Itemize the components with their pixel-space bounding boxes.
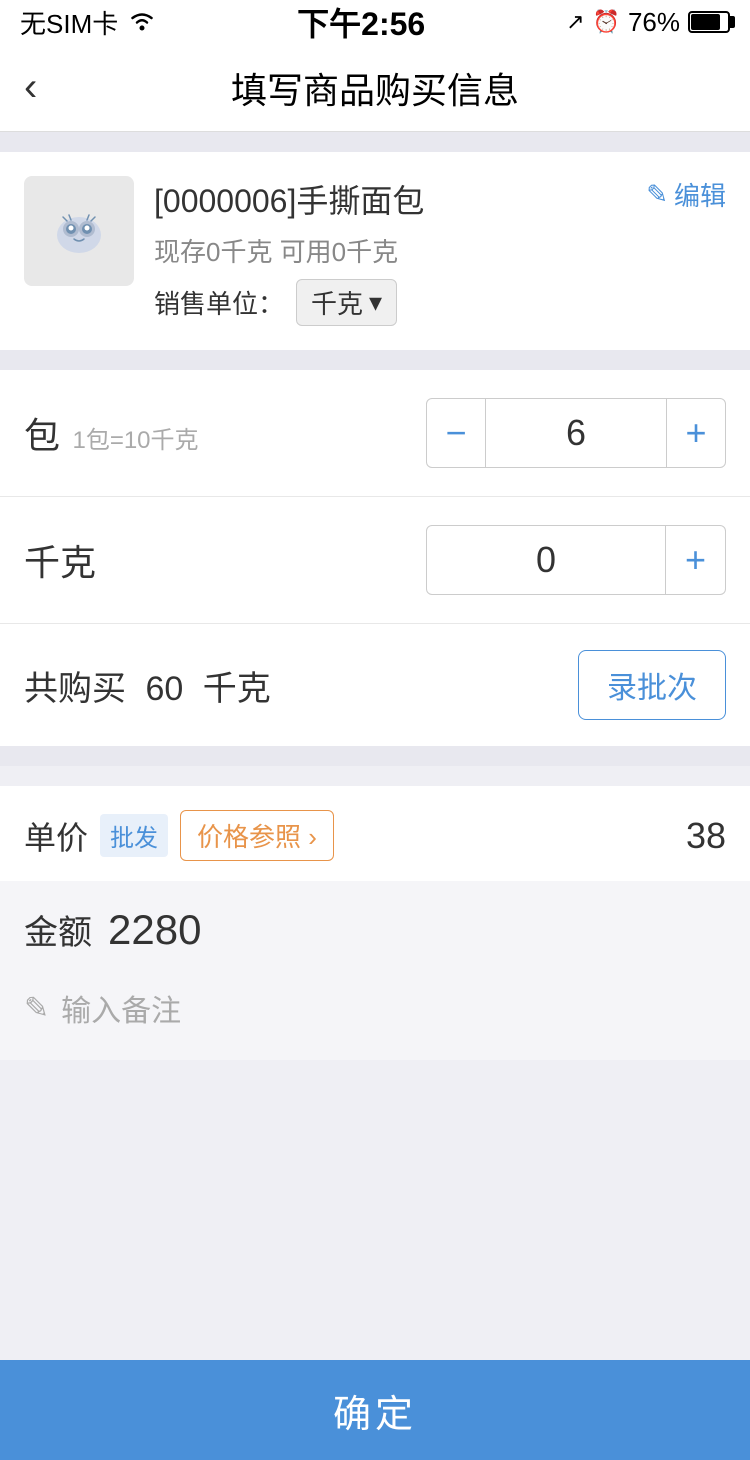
price-row: 单价 批发 价格参照 › 38	[24, 810, 726, 861]
battery-icon	[688, 11, 730, 33]
note-row[interactable]: ✎ 输入备注	[24, 970, 726, 1060]
top-divider	[0, 132, 750, 152]
product-image	[24, 176, 134, 286]
confirm-label: 确定	[333, 1383, 417, 1438]
dropdown-icon: ▾	[369, 287, 382, 318]
price-label-row: 单价 批发 价格参照 ›	[24, 810, 334, 861]
unit-label: 销售单位：	[154, 284, 284, 321]
note-icon: ✎	[24, 991, 49, 1026]
kg-controls: +	[426, 525, 726, 595]
total-row: 共购买 60 千克 录批次	[0, 623, 750, 746]
unit-value: 千克	[311, 284, 363, 321]
product-logo	[49, 201, 109, 261]
battery-percent: 76%	[628, 7, 680, 38]
record-batch-button[interactable]: 录批次	[578, 650, 726, 720]
edit-icon: ✎	[646, 179, 668, 210]
package-plus-button[interactable]: +	[666, 398, 726, 468]
back-arrow: ‹	[24, 65, 37, 110]
confirm-button[interactable]: 确定	[0, 1360, 750, 1460]
price-section: 单价 批发 价格参照 › 38	[0, 786, 750, 881]
page-title: 填写商品购买信息	[231, 62, 519, 114]
total-text: 共购买 60 千克	[24, 661, 271, 710]
edit-button[interactable]: ✎ 编辑	[646, 176, 726, 213]
back-button[interactable]: ‹	[24, 65, 37, 110]
nav-bar: ‹ 填写商品购买信息	[0, 44, 750, 132]
unit-select[interactable]: 千克 ▾	[296, 279, 397, 326]
price-value: 38	[686, 815, 726, 857]
kg-input[interactable]	[426, 525, 666, 595]
price-type-tag: 批发	[100, 814, 168, 857]
amount-row: 金额 2280	[24, 905, 726, 954]
package-input[interactable]	[486, 398, 666, 468]
product-card: [0000006]手撕面包 现存0千克 可用0千克 销售单位： 千克 ▾ ✎ 编…	[0, 152, 750, 350]
wifi-icon	[128, 7, 156, 38]
input-section: 包 1包=10千克 − + 千克 + 共购买 60 千克 录批次	[0, 370, 750, 746]
amount-value: 2280	[108, 906, 201, 954]
amount-label: 金额	[24, 905, 92, 954]
total-label: 共购买	[24, 670, 126, 708]
amount-section: 金额 2280 ✎ 输入备注	[0, 881, 750, 1060]
kg-label-main: 千克	[24, 542, 96, 583]
note-placeholder: 输入备注	[61, 986, 181, 1030]
kg-label: 千克	[24, 534, 426, 586]
location-icon: ↗	[566, 9, 584, 35]
status-indicators: ↗ ⏰ 76%	[566, 7, 730, 38]
kg-row: 千克 +	[0, 497, 750, 623]
status-carrier: 无SIM卡	[20, 4, 156, 41]
empty-area	[0, 1060, 750, 1360]
carrier-text: 无SIM卡	[20, 4, 118, 41]
status-time: 下午2:56	[297, 0, 425, 45]
mid-divider1	[0, 350, 750, 370]
product-name: [0000006]手撕面包	[154, 176, 726, 222]
package-label-main: 包	[24, 415, 60, 456]
product-info: [0000006]手撕面包 现存0千克 可用0千克 销售单位： 千克 ▾	[154, 176, 726, 326]
price-label: 单价	[24, 813, 88, 859]
kg-plus-button[interactable]: +	[666, 525, 726, 595]
product-unit-row: 销售单位： 千克 ▾	[154, 279, 726, 326]
package-label-sub: 1包=10千克	[72, 427, 198, 454]
product-stock: 现存0千克 可用0千克	[154, 232, 726, 269]
total-unit: 千克	[203, 670, 271, 708]
edit-label: 编辑	[674, 176, 726, 213]
package-label: 包 1包=10千克	[24, 407, 426, 459]
package-minus-button[interactable]: −	[426, 398, 486, 468]
status-bar: 无SIM卡 下午2:56 ↗ ⏰ 76%	[0, 0, 750, 44]
total-amount: 60	[145, 670, 183, 708]
package-controls: − +	[426, 398, 726, 468]
mid-divider2	[0, 746, 750, 766]
alarm-icon: ⏰	[593, 9, 620, 35]
price-reference-button[interactable]: 价格参照 ›	[180, 810, 334, 861]
package-row: 包 1包=10千克 − +	[0, 370, 750, 497]
